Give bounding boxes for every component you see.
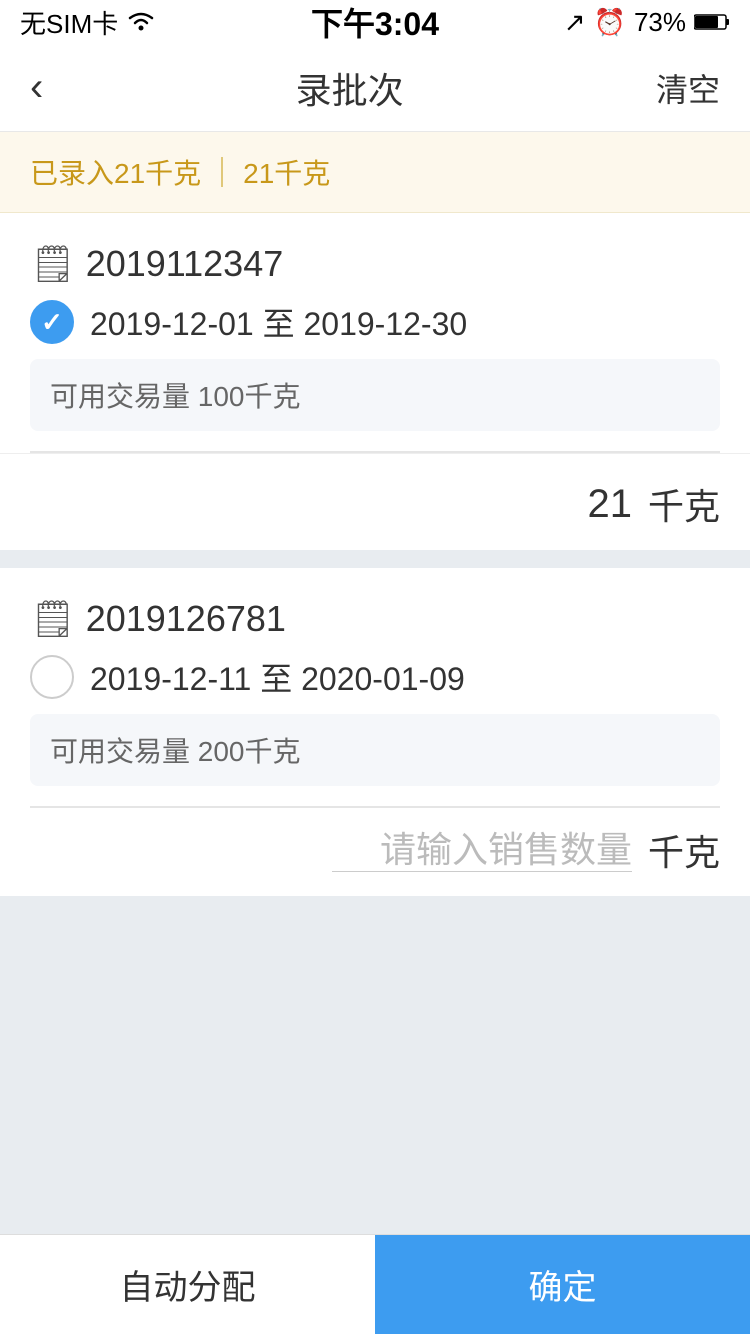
batch-id-2: 2019126781 bbox=[86, 598, 286, 640]
info-banner: 已录入21千克 21千克 bbox=[0, 132, 750, 213]
recorded-value: 21千克 bbox=[243, 152, 330, 192]
wifi-icon bbox=[126, 7, 156, 38]
batch-card-1: 🗒 2019112347 2019-12-01 至 2019-12-30 可用交… bbox=[0, 213, 750, 550]
quantity-row-1: 21 千克 bbox=[0, 453, 750, 550]
section-divider bbox=[0, 550, 750, 568]
quantity-unit-1: 千克 bbox=[648, 478, 720, 530]
gray-fill-area bbox=[0, 896, 750, 1276]
quantity-value-1: 21 bbox=[587, 482, 632, 527]
batch-item-1[interactable]: 🗒 2019112347 2019-12-01 至 2019-12-30 可用交… bbox=[0, 213, 750, 451]
batch-date-1: 2019-12-01 至 2019-12-30 bbox=[90, 299, 467, 345]
info-divider bbox=[221, 157, 223, 187]
batch-icon-1: 🗒 bbox=[30, 243, 76, 285]
available-volume-2: 可用交易量 200千克 bbox=[30, 714, 720, 786]
batch-date-row-2: 2019-12-11 至 2020-01-09 bbox=[30, 654, 720, 700]
page-title: 录批次 bbox=[296, 62, 404, 114]
quantity-input-row-2: 千克 bbox=[0, 808, 750, 896]
batch-id-1: 2019112347 bbox=[86, 243, 284, 285]
status-right: ↗ ⏰ 73% bbox=[564, 7, 730, 38]
batch-header-1: 🗒 2019112347 bbox=[30, 243, 720, 285]
clear-button[interactable]: 清空 bbox=[656, 65, 720, 111]
nav-bar: ‹ 录批次 清空 bbox=[0, 44, 750, 132]
quantity-unit-2: 千克 bbox=[648, 824, 720, 876]
radio-2[interactable] bbox=[30, 655, 74, 699]
location-icon: ↗ bbox=[564, 7, 586, 38]
quantity-input-2[interactable] bbox=[332, 829, 632, 872]
battery-icon bbox=[694, 7, 730, 38]
batch-header-2: 🗒 2019126781 bbox=[30, 598, 720, 640]
auto-distribute-button[interactable]: 自动分配 bbox=[0, 1235, 375, 1334]
bottom-bar: 自动分配 确定 bbox=[0, 1234, 750, 1334]
battery-level: 73% bbox=[634, 7, 686, 38]
status-bar: 无SIM卡 下午3:04 ↗ ⏰ 73% bbox=[0, 0, 750, 44]
status-time: 下午3:04 bbox=[311, 0, 439, 45]
back-button[interactable]: ‹ bbox=[30, 65, 43, 110]
confirm-button[interactable]: 确定 bbox=[375, 1235, 750, 1334]
radio-1[interactable] bbox=[30, 300, 74, 344]
available-volume-1: 可用交易量 100千克 bbox=[30, 359, 720, 431]
sim-signal: 无SIM卡 bbox=[20, 4, 118, 41]
recorded-label: 已录入21千克 bbox=[30, 152, 201, 192]
batch-icon-2: 🗒 bbox=[30, 598, 76, 640]
batch-card-2: 🗒 2019126781 2019-12-11 至 2020-01-09 可用交… bbox=[0, 568, 750, 896]
status-left: 无SIM卡 bbox=[20, 4, 156, 41]
batch-date-row-1: 2019-12-01 至 2019-12-30 bbox=[30, 299, 720, 345]
batch-date-2: 2019-12-11 至 2020-01-09 bbox=[90, 654, 465, 700]
batch-item-2[interactable]: 🗒 2019126781 2019-12-11 至 2020-01-09 可用交… bbox=[0, 568, 750, 806]
alarm-icon: ⏰ bbox=[594, 7, 626, 38]
